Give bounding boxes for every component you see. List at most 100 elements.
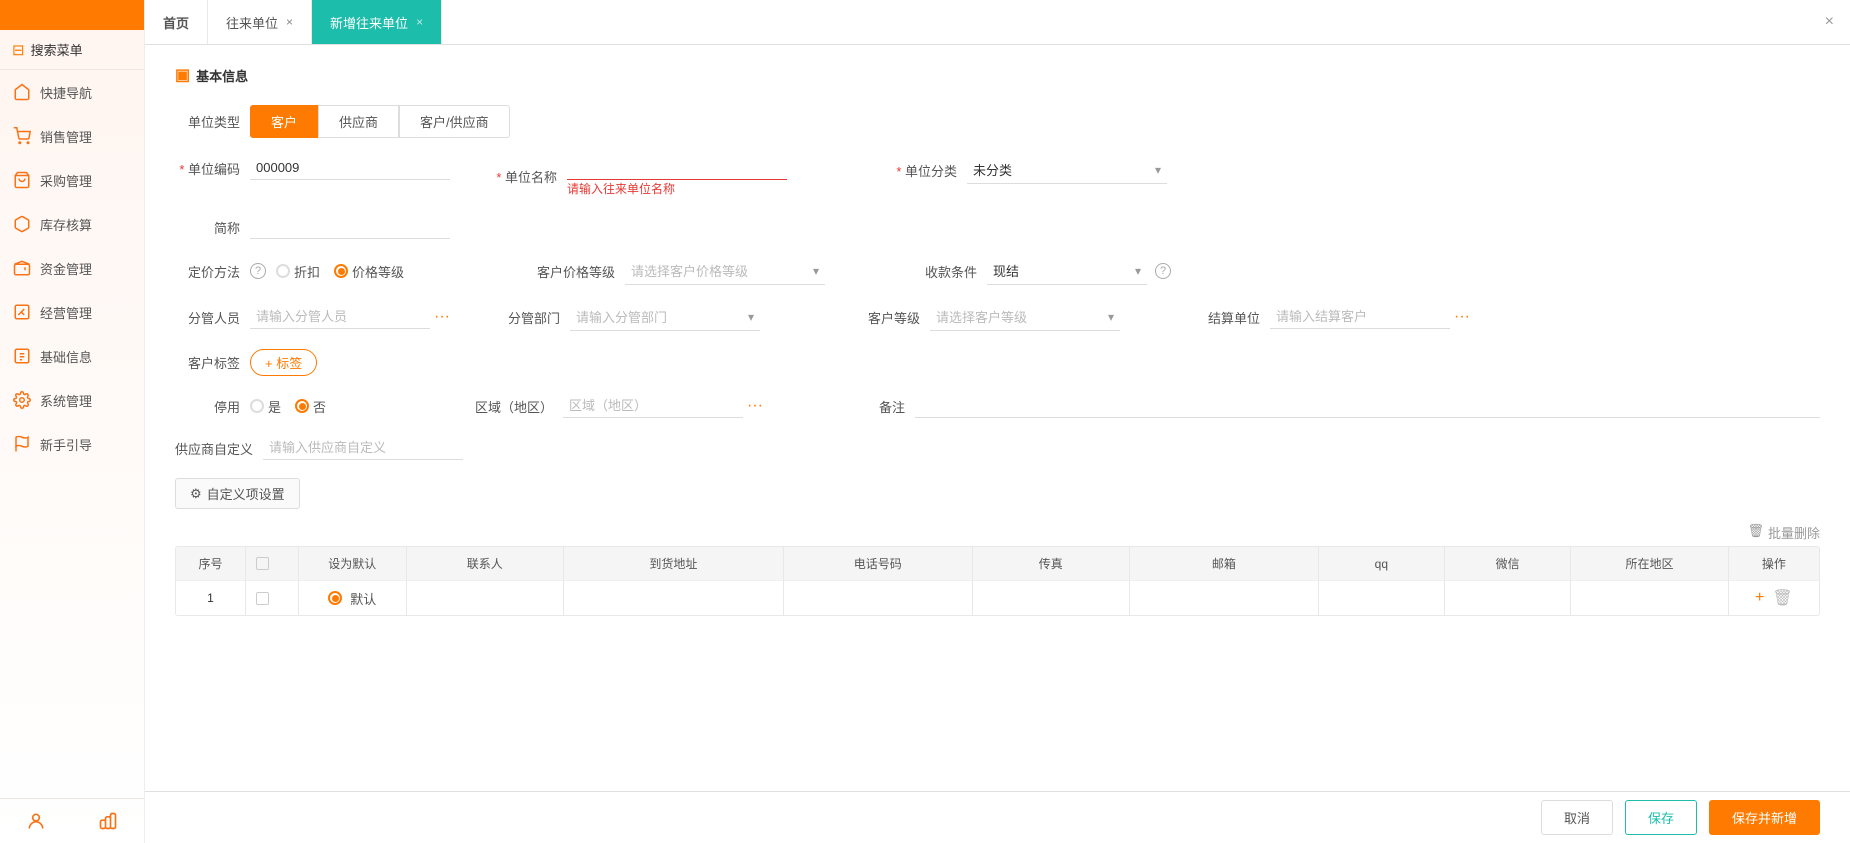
- supplier-custom-input[interactable]: [263, 436, 463, 460]
- type-btn-customer[interactable]: 客户: [250, 105, 318, 138]
- info-icon: [12, 346, 32, 366]
- sidebar-item-quicknav[interactable]: 快捷导航: [0, 70, 144, 114]
- customer-level-label: 客户等级: [865, 308, 930, 327]
- td-fax[interactable]: [972, 581, 1129, 616]
- region-dots[interactable]: ···: [743, 397, 767, 415]
- unit-code-input[interactable]: [250, 156, 450, 180]
- sidebar-item-guide[interactable]: 新手引导: [0, 422, 144, 466]
- td-region[interactable]: [1571, 581, 1728, 616]
- unit-type-row: 单位类型 客户 供应商 客户/供应商: [175, 105, 1820, 138]
- type-btn-supplier[interactable]: 供应商: [318, 105, 399, 138]
- sidebar-item-operations[interactable]: 经营管理: [0, 290, 144, 334]
- th-fax: 传真: [972, 547, 1129, 581]
- pricing-pricelevel-radio[interactable]: 价格等级: [334, 262, 404, 281]
- pricing-discount-radio[interactable]: 折扣: [276, 262, 320, 281]
- customer-level-select[interactable]: 请选择客户等级 ▾: [930, 303, 1120, 331]
- custom-settings-button[interactable]: ⚙ 自定义项设置: [175, 478, 300, 509]
- pricing-radio-group: 折扣 价格等级: [276, 262, 404, 281]
- customer-price-select[interactable]: 请选择客户价格等级 ▾: [625, 257, 825, 285]
- abbr-input[interactable]: [250, 215, 450, 239]
- row-checkbox[interactable]: [256, 592, 269, 605]
- td-fax-input[interactable]: [1011, 591, 1091, 606]
- custom-settings-label: 自定义项设置: [207, 484, 285, 503]
- td-wechat[interactable]: [1444, 581, 1570, 616]
- row-default-radio[interactable]: 默认: [309, 589, 396, 608]
- td-wechat-input[interactable]: [1478, 591, 1538, 606]
- sidebar-item-inventory[interactable]: 库存核算: [0, 202, 144, 246]
- cancel-button[interactable]: 取消: [1541, 800, 1613, 835]
- td-email-input[interactable]: [1174, 591, 1274, 606]
- th-email: 邮箱: [1130, 547, 1319, 581]
- dept-select[interactable]: 请输入分管部门 ▾: [570, 303, 760, 331]
- sidebar-inventory-label: 库存核算: [40, 215, 92, 234]
- sidebar-guide-label: 新手引导: [40, 435, 92, 454]
- wallet-icon: [12, 258, 32, 278]
- sidebar-bottom-right[interactable]: [72, 799, 144, 843]
- tab-new-partner-close[interactable]: ×: [416, 15, 423, 29]
- payment-select[interactable]: 现结 ▾: [987, 257, 1147, 285]
- custom-settings-area: ⚙ 自定义项设置: [175, 478, 1820, 509]
- remark-input[interactable]: [915, 394, 1820, 418]
- td-region-input[interactable]: [1610, 591, 1690, 606]
- disabled-label: 停用: [175, 397, 250, 416]
- row-add-btn[interactable]: +: [1755, 589, 1764, 607]
- td-address[interactable]: [564, 581, 784, 616]
- tab-new-partner[interactable]: 新增往来单位 ×: [312, 0, 442, 44]
- row-default-circle: [328, 591, 342, 605]
- type-btn-both[interactable]: 客户/供应商: [399, 105, 510, 138]
- tabbar-close-all[interactable]: ×: [1809, 0, 1850, 44]
- unit-category-value: 未分类: [973, 160, 1012, 179]
- tag-row: 客户标签 + 标签: [175, 349, 1820, 376]
- sidebar-finance-label: 资金管理: [40, 259, 92, 278]
- supplier-custom-row: 供应商自定义: [175, 436, 1820, 460]
- unit-name-input[interactable]: [567, 156, 787, 180]
- sidebar-search-label: 搜索菜单: [31, 40, 83, 59]
- manager-input[interactable]: [250, 305, 430, 329]
- td-qq[interactable]: [1318, 581, 1444, 616]
- save-and-new-button[interactable]: 保存并新增: [1709, 800, 1820, 835]
- td-phone[interactable]: [783, 581, 972, 616]
- sidebar-item-sales[interactable]: 销售管理: [0, 114, 144, 158]
- region-input[interactable]: [563, 394, 743, 418]
- settlement-dots[interactable]: ···: [1450, 308, 1474, 326]
- td-contact[interactable]: [406, 581, 563, 616]
- disabled-yes-circle: [250, 399, 264, 413]
- payment-chevron: ▾: [1135, 264, 1141, 278]
- pricing-help-icon[interactable]: ?: [250, 263, 266, 279]
- tab-partner-close[interactable]: ×: [286, 15, 293, 29]
- custom-settings-icon: ⚙: [190, 486, 202, 502]
- unit-code-label: 单位编码: [175, 159, 250, 178]
- td-contact-input[interactable]: [445, 591, 525, 606]
- td-phone-input[interactable]: [828, 591, 928, 606]
- td-qq-input[interactable]: [1351, 591, 1411, 606]
- sidebar-item-search[interactable]: ⊟ 搜索菜单: [0, 30, 144, 70]
- sidebar-bottom: [0, 798, 144, 843]
- th-checkbox: [245, 547, 298, 581]
- table-header-checkbox[interactable]: [256, 557, 269, 570]
- tab-home[interactable]: 首页: [145, 0, 208, 44]
- tab-partner[interactable]: 往来单位 ×: [208, 0, 312, 44]
- unit-category-select[interactable]: 未分类 ▾: [967, 156, 1167, 184]
- add-tag-button[interactable]: + 标签: [250, 349, 317, 376]
- payment-help-icon[interactable]: ?: [1155, 263, 1171, 279]
- save-button[interactable]: 保存: [1625, 800, 1697, 835]
- pricing-discount-label: 折扣: [294, 262, 320, 281]
- sidebar-item-purchase[interactable]: 采购管理: [0, 158, 144, 202]
- tab-new-partner-label: 新增往来单位: [330, 13, 408, 32]
- disabled-no-radio[interactable]: 否: [295, 397, 326, 416]
- td-email[interactable]: [1130, 581, 1319, 616]
- sidebar-item-basic[interactable]: 基础信息: [0, 334, 144, 378]
- batch-delete-label[interactable]: 批量删除: [1768, 523, 1820, 542]
- section-icon: ▣: [175, 65, 190, 85]
- sidebar-item-system[interactable]: 系统管理: [0, 378, 144, 422]
- sidebar-bottom-left[interactable]: [0, 799, 72, 843]
- disabled-yes-radio[interactable]: 是: [250, 397, 281, 416]
- search-icon: ⊟: [12, 41, 25, 59]
- sidebar-item-finance[interactable]: 资金管理: [0, 246, 144, 290]
- row-del-btn[interactable]: 🗑: [1772, 588, 1792, 608]
- payment-label: 收款条件: [915, 262, 987, 281]
- settlement-input[interactable]: [1270, 305, 1450, 329]
- td-address-input[interactable]: [613, 591, 733, 606]
- table-row: 1 默认: [176, 581, 1819, 616]
- manager-dots[interactable]: ···: [430, 308, 454, 326]
